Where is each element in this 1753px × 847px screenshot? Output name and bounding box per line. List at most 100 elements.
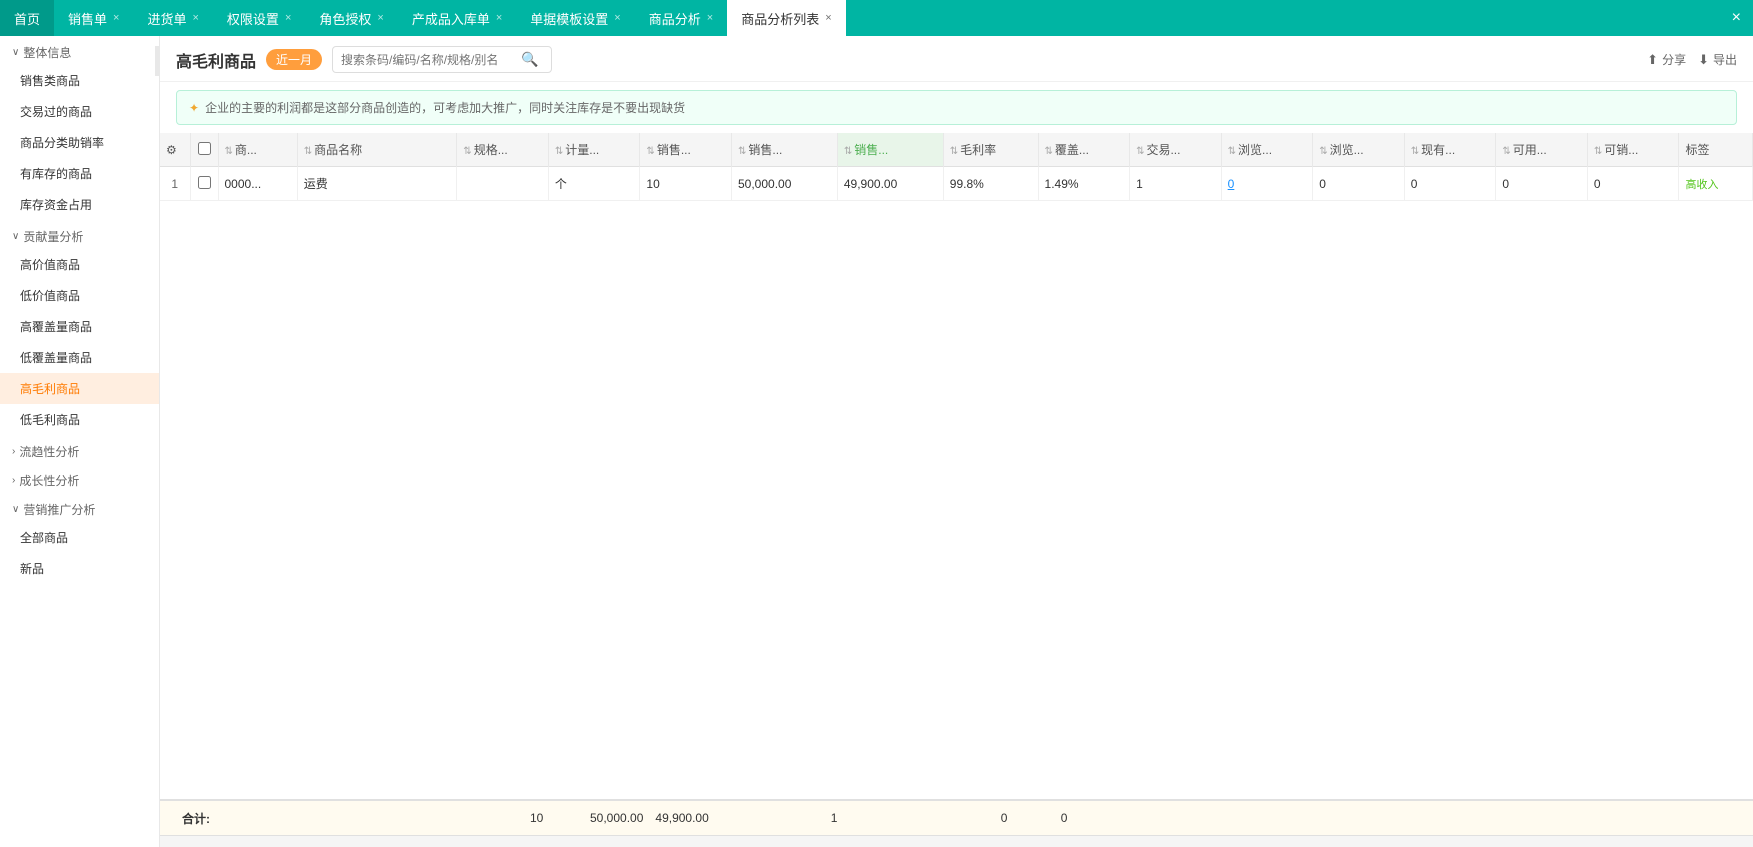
col-current-stock[interactable]: ⇅现有... [1404, 133, 1496, 167]
sidebar-group-marketing[interactable]: ∨ 营销推广分析 [0, 493, 159, 522]
col-trade[interactable]: ⇅交易... [1130, 133, 1222, 167]
col-available[interactable]: ⇅可用... [1496, 133, 1588, 167]
cell-spec [457, 167, 549, 201]
top-navigation: 首页 销售单 × 进货单 × 权限设置 × 角色授权 × 产成品入库单 × 单据… [0, 0, 1753, 36]
col-checkbox[interactable] [190, 133, 218, 167]
sidebar-item-low-value[interactable]: 低价值商品 [0, 280, 159, 311]
col-settings[interactable]: ⚙ [160, 133, 190, 167]
sidebar-item-high-margin[interactable]: 高毛利商品 [0, 373, 159, 404]
col-sale-amount[interactable]: ⇅销售... [731, 133, 837, 167]
share-button[interactable]: ⬆ 分享 [1647, 51, 1686, 68]
search-icon[interactable]: 🔍 [521, 51, 538, 68]
nav-product-analysis-list-close[interactable]: × [825, 12, 831, 24]
col-sale-qty[interactable]: ⇅销售... [640, 133, 732, 167]
nav-permission-settings[interactable]: 权限设置 × [213, 0, 305, 36]
nav-role-auth[interactable]: 角色授权 × [305, 0, 397, 36]
nav-product-analysis[interactable]: 商品分析 × [635, 0, 727, 36]
footer-label: 合计: [166, 810, 226, 827]
sidebar-item-traded-products[interactable]: 交易过的商品 [0, 96, 159, 127]
cell-trade: 1 [1130, 167, 1222, 201]
table-footer: 合计: 10 50,000.00 49,900.00 1 0 0 [160, 799, 1753, 835]
col-browse2[interactable]: ⇅浏览... [1313, 133, 1405, 167]
cell-num: 1 [160, 167, 190, 201]
sidebar-group-overall-arrow: ∨ [12, 47, 19, 58]
sidebar-group-contribution[interactable]: ∨ 贡献量分析 [0, 220, 159, 249]
nav-sales-order[interactable]: 销售单 × [54, 0, 133, 36]
sidebar-item-category-rate[interactable]: 商品分类助销率 [0, 127, 159, 158]
sidebar-item-high-coverage[interactable]: 高覆盖量商品 [0, 311, 159, 342]
sidebar-item-low-margin[interactable]: 低毛利商品 [0, 404, 159, 435]
cell-sale-profit: 49,900.00 [837, 167, 943, 201]
sidebar-group-trend[interactable]: › 流趋性分析 [0, 435, 159, 464]
footer-available: 0 [1055, 811, 1115, 825]
share-icon: ⬆ [1647, 52, 1658, 68]
footer-sale-profit: 49,900.00 [649, 811, 714, 825]
col-spec[interactable]: ⇅规格... [457, 133, 549, 167]
nav-product-analysis-list[interactable]: 商品分析列表 × [727, 0, 845, 36]
sidebar-item-sales-products[interactable]: 销售类商品 [0, 65, 159, 96]
col-gross-rate[interactable]: ⇅毛利率 [943, 133, 1038, 167]
col-name[interactable]: ⇅商品名称 [297, 133, 457, 167]
col-browse1[interactable]: ⇅浏览... [1221, 133, 1313, 167]
sidebar-group-overall[interactable]: ∨ 整体信息 [0, 36, 159, 65]
export-button[interactable]: ⬇ 导出 [1698, 51, 1737, 68]
header-actions: ⬆ 分享 ⬇ 导出 [1647, 51, 1737, 68]
cell-unit: 个 [548, 167, 640, 201]
nav-sales-order-close[interactable]: × [113, 12, 119, 24]
nav-role-auth-close[interactable]: × [377, 12, 383, 24]
sidebar-item-high-value[interactable]: 高价值商品 [0, 249, 159, 280]
nav-product-inbound-close[interactable]: × [496, 12, 502, 24]
cell-code: 0000... [218, 167, 297, 201]
search-input[interactable] [341, 53, 521, 67]
cell-browse2: 0 [1313, 167, 1405, 201]
nav-purchase-order[interactable]: 进货单 × [133, 0, 212, 36]
cell-coverage: 1.49% [1038, 167, 1130, 201]
cell-checkbox[interactable] [190, 167, 218, 201]
filter-recent-month-button[interactable]: 近一月 [266, 49, 322, 70]
sidebar-group-growth-arrow: › [12, 475, 15, 486]
nav-template-settings[interactable]: 单据模板设置 × [516, 0, 634, 36]
nav-home[interactable]: 首页 [0, 0, 54, 36]
nav-template-settings-close[interactable]: × [614, 12, 620, 24]
data-table: ⚙ ⇅商... ⇅商品名称 ⇅规格... ⇅计量... ⇅销售... ⇅销售..… [160, 133, 1753, 201]
bulb-icon: ✦ [189, 101, 199, 115]
select-all-checkbox[interactable] [198, 142, 211, 155]
search-box: 🔍 [332, 46, 552, 73]
cell-sale-amount: 50,000.00 [731, 167, 837, 201]
info-banner: ✦ 企业的主要的利润都是这部分商品创造的，可考虑加大推广，同时关注库存是不要出现… [176, 90, 1737, 125]
sidebar-group-growth[interactable]: › 成长性分析 [0, 464, 159, 493]
col-sellable[interactable]: ⇅可销... [1587, 133, 1679, 167]
cell-sellable: 0 [1587, 167, 1679, 201]
cell-name: 运费 [297, 167, 457, 201]
table-header-row: ⚙ ⇅商... ⇅商品名称 ⇅规格... ⇅计量... ⇅销售... ⇅销售..… [160, 133, 1753, 167]
col-coverage[interactable]: ⇅覆盖... [1038, 133, 1130, 167]
data-table-wrapper: ⚙ ⇅商... ⇅商品名称 ⇅规格... ⇅计量... ⇅销售... ⇅销售..… [160, 133, 1753, 799]
row-checkbox[interactable] [198, 176, 211, 189]
footer-sale-qty: 10 [524, 811, 584, 825]
nav-product-inbound[interactable]: 产成品入库单 × [398, 0, 516, 36]
footer-current-stock: 0 [995, 811, 1055, 825]
col-code[interactable]: ⇅商... [218, 133, 297, 167]
nav-product-analysis-close[interactable]: × [707, 12, 713, 24]
sidebar-item-stock-capital[interactable]: 库存资金占用 [0, 189, 159, 220]
sidebar-item-low-coverage[interactable]: 低覆盖量商品 [0, 342, 159, 373]
cell-sale-qty: 10 [640, 167, 732, 201]
col-sale-profit[interactable]: ⇅销售... [837, 133, 943, 167]
content-area: 高毛利商品 近一月 🔍 ⬆ 分享 ⬇ 导出 ✦ 企业的主要的利润都是这部分商品创… [160, 36, 1753, 847]
sidebar-item-new-products[interactable]: 新品 [0, 553, 159, 584]
col-tag[interactable]: 标签 [1679, 133, 1753, 167]
horizontal-scrollbar[interactable] [160, 835, 1753, 847]
sidebar-group-marketing-arrow: ∨ [12, 504, 19, 515]
footer-sale-amount: 50,000.00 [584, 811, 649, 825]
sidebar-collapse-button[interactable]: « [155, 46, 160, 76]
cell-browse1[interactable]: 0 [1221, 167, 1313, 201]
export-icon: ⬇ [1698, 52, 1709, 68]
nav-permission-settings-close[interactable]: × [285, 12, 291, 24]
main-layout: « ∨ 整体信息 销售类商品 交易过的商品 商品分类助销率 有库存的商品 库存资… [0, 36, 1753, 847]
close-all-tabs[interactable]: × [1720, 9, 1753, 27]
sidebar-item-all-products[interactable]: 全部商品 [0, 522, 159, 553]
nav-purchase-order-close[interactable]: × [192, 12, 198, 24]
sidebar: « ∨ 整体信息 销售类商品 交易过的商品 商品分类助销率 有库存的商品 库存资… [0, 36, 160, 847]
sidebar-item-in-stock[interactable]: 有库存的商品 [0, 158, 159, 189]
col-unit[interactable]: ⇅计量... [548, 133, 640, 167]
